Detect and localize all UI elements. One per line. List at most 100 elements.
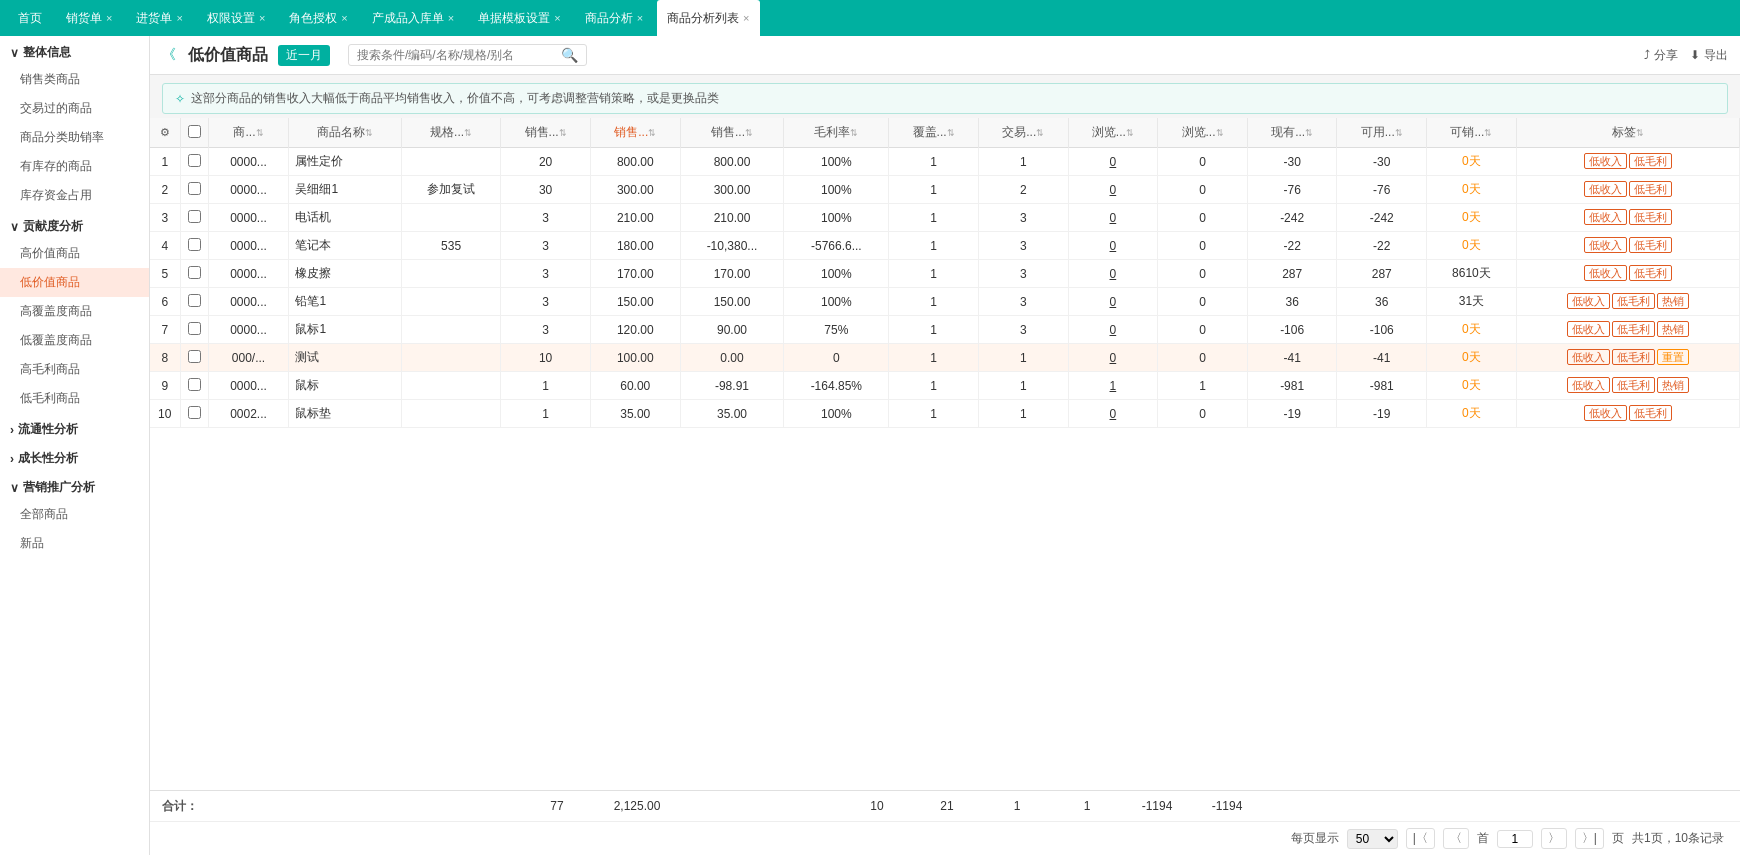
row-checkbox-cell[interactable] — [180, 288, 208, 316]
row-q7[interactable]: 0 — [1068, 148, 1158, 176]
row-checkbox-cell[interactable] — [180, 204, 208, 232]
browse-link[interactable]: 0 — [1110, 183, 1117, 197]
col-trade[interactable]: 交易...⇅ — [978, 118, 1068, 148]
nav-template-settings[interactable]: 单据模板设置 × — [468, 0, 570, 36]
col-stock-available[interactable]: 可用...⇅ — [1337, 118, 1427, 148]
close-icon[interactable]: × — [554, 12, 560, 24]
sidebar-item-traded-products[interactable]: 交易过的商品 — [0, 94, 149, 123]
per-page-select[interactable]: 50 100 200 — [1347, 829, 1398, 849]
row-checkbox-cell[interactable] — [180, 344, 208, 372]
sidebar-item-high-coverage[interactable]: 高覆盖度商品 — [0, 297, 149, 326]
row-checkbox-cell[interactable] — [180, 232, 208, 260]
row-checkbox-cell[interactable] — [180, 148, 208, 176]
export-button[interactable]: ⬇ 导出 — [1690, 47, 1728, 64]
row-checkbox[interactable] — [188, 238, 201, 251]
search-icon[interactable]: 🔍 — [561, 47, 578, 63]
page-number-input[interactable] — [1497, 830, 1533, 848]
col-stock-saleable[interactable]: 可销...⇅ — [1427, 118, 1517, 148]
sidebar-item-inventory-capital[interactable]: 库存资金占用 — [0, 181, 149, 210]
browse-link[interactable]: 0 — [1110, 211, 1117, 225]
nav-product-analysis[interactable]: 商品分析 × — [575, 0, 653, 36]
browse-link[interactable]: 0 — [1110, 323, 1117, 337]
row-checkbox[interactable] — [188, 182, 201, 195]
time-tag-button[interactable]: 近一月 — [278, 45, 330, 66]
sidebar-item-all-products[interactable]: 全部商品 — [0, 500, 149, 529]
row-checkbox[interactable] — [188, 294, 201, 307]
row-checkbox-cell[interactable] — [180, 260, 208, 288]
browse-link[interactable]: 1 — [1110, 379, 1117, 393]
close-icon[interactable]: × — [743, 12, 749, 24]
collapse-button[interactable]: 《 — [162, 46, 176, 64]
browse-link[interactable]: 0 — [1110, 239, 1117, 253]
col-tags[interactable]: 标签⇅ — [1516, 118, 1739, 148]
close-icon[interactable]: × — [259, 12, 265, 24]
row-checkbox[interactable] — [188, 350, 201, 363]
row-checkbox[interactable] — [188, 406, 201, 419]
col-stock-current[interactable]: 现有...⇅ — [1247, 118, 1337, 148]
row-q7[interactable]: 0 — [1068, 316, 1158, 344]
col-coverage[interactable]: 覆盖...⇅ — [889, 118, 979, 148]
row-checkbox[interactable] — [188, 210, 201, 223]
row-checkbox-cell[interactable] — [180, 372, 208, 400]
col-browse2[interactable]: 浏览...⇅ — [1158, 118, 1248, 148]
nav-roles[interactable]: 角色授权 × — [279, 0, 357, 36]
row-q7[interactable]: 0 — [1068, 260, 1158, 288]
next-page-button[interactable]: 〉 — [1541, 828, 1567, 849]
sidebar-item-low-margin[interactable]: 低毛利商品 — [0, 384, 149, 413]
col-name[interactable]: 商品名称⇅ — [289, 118, 401, 148]
row-checkbox[interactable] — [188, 266, 201, 279]
nav-permissions[interactable]: 权限设置 × — [197, 0, 275, 36]
close-icon[interactable]: × — [176, 12, 182, 24]
col-sales-amt[interactable]: 销售...⇅ — [590, 118, 680, 148]
sidebar-group-overall[interactable]: ∨ 整体信息 — [0, 36, 149, 65]
row-q7[interactable]: 0 — [1068, 400, 1158, 428]
close-icon[interactable]: × — [341, 12, 347, 24]
sidebar-item-stocked-products[interactable]: 有库存的商品 — [0, 152, 149, 181]
sidebar-group-circulation[interactable]: › 流通性分析 — [0, 413, 149, 442]
close-icon[interactable]: × — [448, 12, 454, 24]
sidebar-item-new-products[interactable]: 新品 — [0, 529, 149, 558]
row-checkbox-cell[interactable] — [180, 176, 208, 204]
search-input[interactable] — [357, 48, 557, 62]
sidebar-group-contribution[interactable]: ∨ 贡献度分析 — [0, 210, 149, 239]
close-icon[interactable]: × — [637, 12, 643, 24]
row-q7[interactable]: 0 — [1068, 288, 1158, 316]
row-q7[interactable]: 0 — [1068, 344, 1158, 372]
row-q7[interactable]: 0 — [1068, 176, 1158, 204]
col-code[interactable]: 商...⇅ — [208, 118, 289, 148]
row-checkbox[interactable] — [188, 322, 201, 335]
nav-finished-goods[interactable]: 产成品入库单 × — [362, 0, 464, 36]
share-button[interactable]: ⤴ 分享 — [1644, 47, 1678, 64]
sidebar-item-category-sales-rate[interactable]: 商品分类助销率 — [0, 123, 149, 152]
col-margin[interactable]: 毛利率⇅ — [784, 118, 889, 148]
sidebar-item-high-value[interactable]: 高价值商品 — [0, 239, 149, 268]
sidebar-item-low-value[interactable]: 低价值商品 — [0, 268, 149, 297]
row-checkbox-cell[interactable] — [180, 316, 208, 344]
sidebar-item-high-margin[interactable]: 高毛利商品 — [0, 355, 149, 384]
sidebar-item-sales-products[interactable]: 销售类商品 — [0, 65, 149, 94]
row-checkbox[interactable] — [188, 154, 201, 167]
row-checkbox-cell[interactable] — [180, 400, 208, 428]
browse-link[interactable]: 0 — [1110, 267, 1117, 281]
browse-link[interactable]: 0 — [1110, 407, 1117, 421]
row-q7[interactable]: 0 — [1068, 204, 1158, 232]
nav-sales[interactable]: 销货单 × — [56, 0, 122, 36]
row-checkbox[interactable] — [188, 378, 201, 391]
col-spec[interactable]: 规格...⇅ — [401, 118, 500, 148]
nav-home[interactable]: 首页 — [8, 0, 52, 36]
col-browse1[interactable]: 浏览...⇅ — [1068, 118, 1158, 148]
select-all-checkbox[interactable] — [188, 125, 201, 138]
sidebar-group-growth[interactable]: › 成长性分析 — [0, 442, 149, 471]
close-icon[interactable]: × — [106, 12, 112, 24]
row-q7[interactable]: 0 — [1068, 232, 1158, 260]
sidebar-group-marketing[interactable]: ∨ 营销推广分析 — [0, 471, 149, 500]
row-q7[interactable]: 1 — [1068, 372, 1158, 400]
prev-page-button[interactable]: 〈 — [1443, 828, 1469, 849]
browse-link[interactable]: 0 — [1110, 155, 1117, 169]
col-sales-profit[interactable]: 销售...⇅ — [680, 118, 784, 148]
sidebar-item-low-coverage[interactable]: 低覆盖度商品 — [0, 326, 149, 355]
col-sales-q[interactable]: 销售...⇅ — [501, 118, 591, 148]
nav-product-analysis-list[interactable]: 商品分析列表 × — [657, 0, 759, 36]
browse-link[interactable]: 0 — [1110, 351, 1117, 365]
browse-link[interactable]: 0 — [1110, 295, 1117, 309]
